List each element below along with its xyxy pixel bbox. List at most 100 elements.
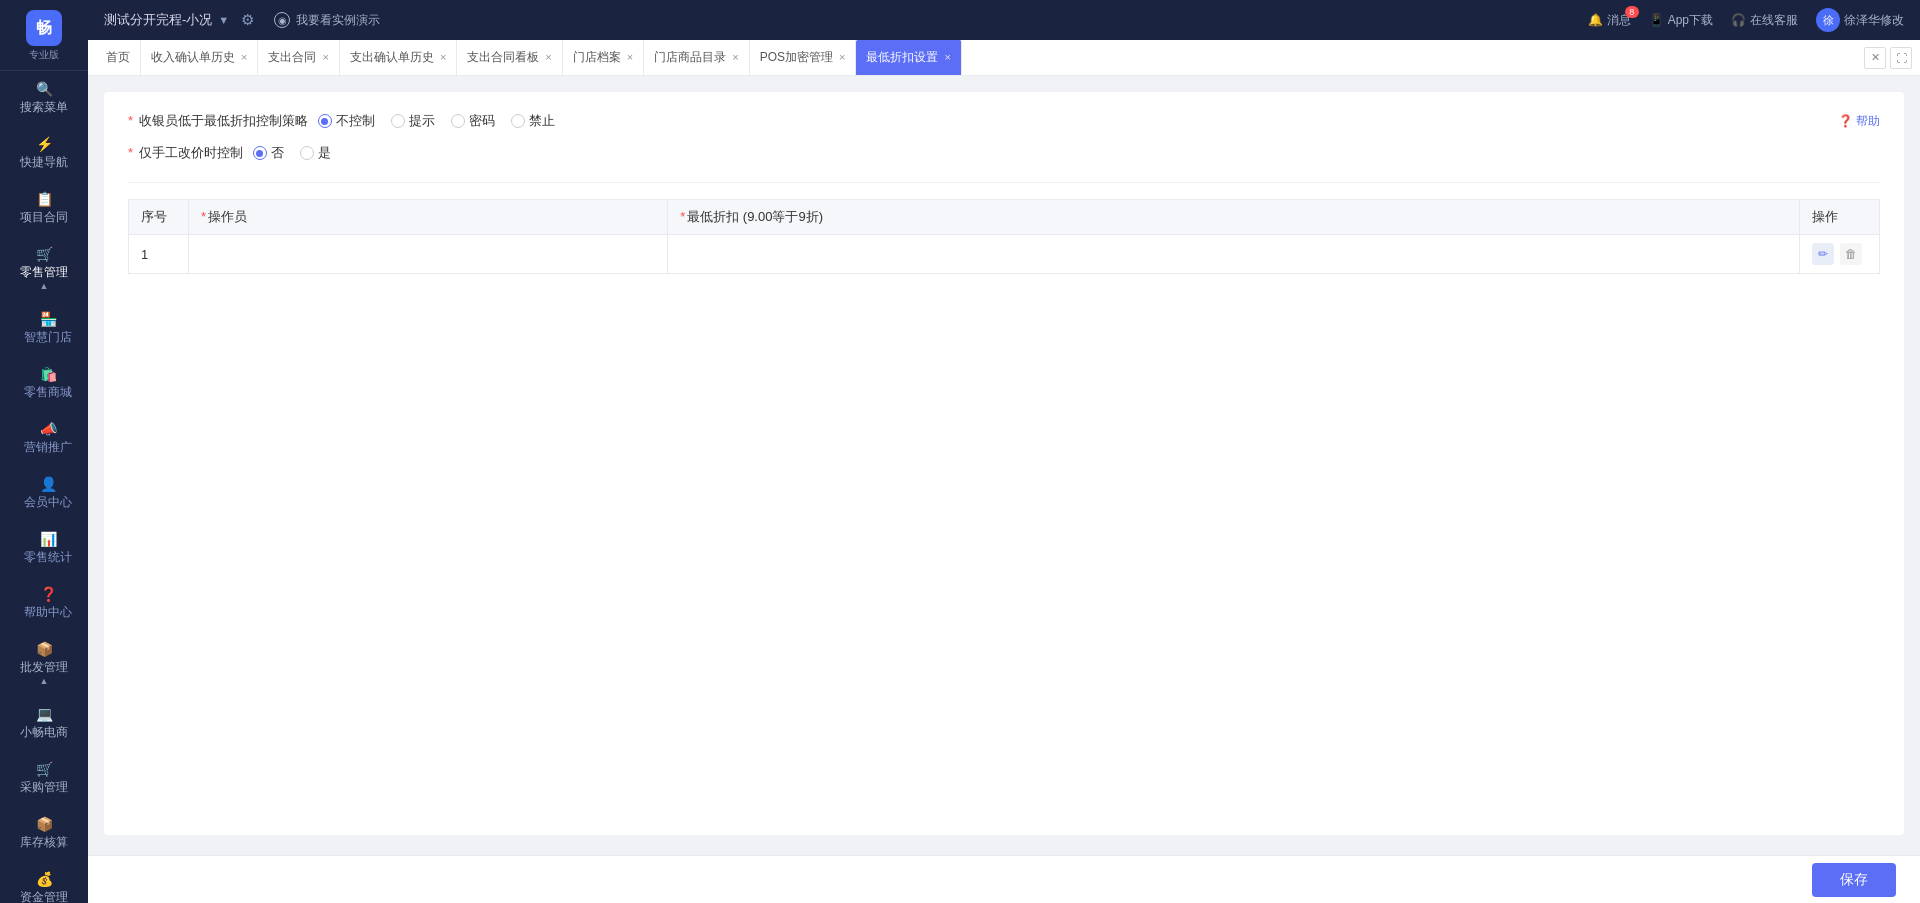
sidebar-item[interactable]: ⚡ 快捷导航 bbox=[0, 126, 88, 181]
edit-btn[interactable]: ✏ bbox=[1812, 243, 1834, 265]
arrow-icon: ▲ bbox=[40, 676, 49, 686]
radio-label: 禁止 bbox=[529, 112, 555, 130]
tab-close-btn[interactable]: × bbox=[545, 52, 551, 63]
tab-close-btn[interactable]: × bbox=[241, 52, 247, 63]
tab-close-btn[interactable]: × bbox=[322, 52, 328, 63]
topbar-right: 🔔 消息 8 📱 App下载 🎧 在线客服 徐 徐泽华修改 bbox=[1588, 8, 1904, 32]
menu-icon: 👤 bbox=[40, 476, 57, 492]
radio-label: 密码 bbox=[469, 112, 495, 130]
menu-label: 搜索菜单 bbox=[20, 99, 68, 116]
project-selector[interactable]: 测试分开完程-小况 ▼ bbox=[104, 11, 229, 29]
tab-label: 收入确认单历史 bbox=[151, 49, 235, 66]
discount-radio-item[interactable]: 密码 bbox=[451, 112, 495, 130]
tab-close-btn[interactable]: × bbox=[732, 52, 738, 63]
tab-close-btn[interactable]: × bbox=[627, 52, 633, 63]
notifications-item[interactable]: 🔔 消息 8 bbox=[1588, 12, 1631, 29]
delete-btn[interactable]: 🗑 bbox=[1840, 243, 1862, 265]
tab-label: 首页 bbox=[106, 49, 130, 66]
radio-circle bbox=[300, 146, 314, 160]
menu-label: 批发管理 bbox=[20, 659, 68, 676]
sidebar-item[interactable]: 📋 项目合同 bbox=[0, 181, 88, 236]
sidebar-item[interactable]: 🔍 搜索菜单 bbox=[0, 71, 88, 126]
close-tab-btn[interactable]: ✕ bbox=[1864, 47, 1886, 69]
discount-radio-item[interactable]: 不控制 bbox=[318, 112, 375, 130]
tab-label: 门店档案 bbox=[573, 49, 621, 66]
sidebar-item[interactable]: 🛒 采购管理 bbox=[0, 751, 88, 806]
tab-item[interactable]: 门店商品目录 × bbox=[644, 40, 749, 76]
sidebar-item[interactable]: 🏪 智慧门店 bbox=[0, 301, 88, 356]
sidebar-item[interactable]: 🛒 零售管理 ▲ bbox=[0, 236, 88, 301]
table-header-cell: *操作员 bbox=[189, 200, 668, 235]
logo-text: 专业版 bbox=[29, 48, 59, 62]
menu-icon: 🛍️ bbox=[40, 366, 57, 382]
headset-icon: 🎧 bbox=[1731, 13, 1746, 27]
menu-label: 营销推广 bbox=[24, 439, 72, 456]
tab-label: 支出合同 bbox=[268, 49, 316, 66]
manual-radio-group: 否是 bbox=[253, 144, 331, 162]
menu-label: 资金管理 bbox=[20, 889, 68, 903]
menu-icon: 📊 bbox=[40, 531, 57, 547]
menu-label: 帮助中心 bbox=[24, 604, 72, 621]
discount-control-label: * 收银员低于最低折扣控制策略 bbox=[128, 112, 308, 130]
required-star: * bbox=[128, 113, 133, 128]
tab-close-btn[interactable]: × bbox=[839, 52, 845, 63]
tab-item[interactable]: 支出确认单历史× bbox=[340, 40, 457, 76]
tab-label: 门店商品目录 bbox=[654, 49, 726, 66]
sidebar-item[interactable]: ❓ 帮助中心 bbox=[0, 576, 88, 631]
discount-radio-item[interactable]: 提示 bbox=[391, 112, 435, 130]
menu-label: 零售管理 bbox=[20, 264, 68, 281]
demo-link[interactable]: ◉ 我要看实例演示 bbox=[274, 12, 380, 29]
tab-item[interactable]: 首页 bbox=[96, 40, 141, 76]
menu-icon: 💻 bbox=[36, 706, 53, 722]
sidebar-item[interactable]: 👤 会员中心 bbox=[0, 466, 88, 521]
demo-label: 我要看实例演示 bbox=[296, 12, 380, 29]
table-header-cell: *最低折扣 (9.00等于9折) bbox=[668, 200, 1800, 235]
tabs-right-controls: ✕ ⛶ bbox=[1856, 47, 1912, 69]
save-button[interactable]: 保存 bbox=[1812, 863, 1896, 897]
sidebar-item[interactable]: 🛍️ 零售商城 bbox=[0, 356, 88, 411]
tab-item[interactable]: POS加密管理× bbox=[750, 40, 857, 76]
table-header-cell: 序号 bbox=[129, 200, 189, 235]
discount-radio-group: 不控制提示 密码 禁止 bbox=[318, 112, 555, 130]
tab-item[interactable]: 最低折扣设置 × bbox=[856, 40, 961, 76]
discount-radio-item[interactable]: 禁止 bbox=[511, 112, 555, 130]
tab-close-btn[interactable]: × bbox=[440, 52, 446, 63]
sidebar-item[interactable]: 💰 资金管理 bbox=[0, 861, 88, 903]
manual-radio-item[interactable]: 是 bbox=[300, 144, 331, 162]
menu-label: 零售商城 bbox=[24, 384, 72, 401]
manual-radio-item[interactable]: 否 bbox=[253, 144, 284, 162]
app-download-item[interactable]: 📱 App下载 bbox=[1649, 12, 1713, 29]
expand-tab-btn[interactable]: ⛶ bbox=[1890, 47, 1912, 69]
demo-circle-icon: ◉ bbox=[274, 12, 290, 28]
table-cell-discount bbox=[668, 235, 1800, 274]
tab-item[interactable]: 门店档案 × bbox=[563, 40, 644, 76]
help-link[interactable]: ❓ 帮助 bbox=[1838, 113, 1880, 130]
sidebar-item[interactable]: 📦 批发管理 ▲ bbox=[0, 631, 88, 696]
radio-label: 是 bbox=[318, 144, 331, 162]
question-icon: ❓ bbox=[1838, 114, 1853, 128]
tab-item[interactable]: 支出合同看板× bbox=[457, 40, 562, 76]
customer-service-item[interactable]: 🎧 在线客服 bbox=[1731, 12, 1798, 29]
tab-item[interactable]: 收入确认单历史 × bbox=[141, 40, 258, 76]
sidebar-item[interactable]: 📦 库存核算 bbox=[0, 806, 88, 861]
radio-circle bbox=[318, 114, 332, 128]
tab-label: 最低折扣设置 bbox=[866, 49, 938, 66]
menu-label: 快捷导航 bbox=[20, 154, 68, 171]
radio-circle bbox=[511, 114, 525, 128]
menu-icon: ⚡ bbox=[36, 136, 53, 152]
notifications-badge: 8 bbox=[1625, 6, 1639, 18]
app-download-label: App下载 bbox=[1668, 12, 1713, 29]
table-cell-actions: ✏ 🗑 bbox=[1800, 235, 1880, 274]
sidebar-item[interactable]: 📣 营销推广 bbox=[0, 411, 88, 466]
tab-item[interactable]: 支出合同 × bbox=[258, 40, 339, 76]
sidebar-item[interactable]: 📊 零售统计 bbox=[0, 521, 88, 576]
page-content: * 收银员低于最低折扣控制策略 不控制提示密码禁止 ❓ 帮助 * 仅手工改价时控… bbox=[88, 76, 1920, 855]
user-item[interactable]: 徐 徐泽华修改 bbox=[1816, 8, 1904, 32]
required-star-2: * bbox=[128, 145, 133, 160]
sidebar-item[interactable]: 💻 小畅电商 bbox=[0, 696, 88, 751]
menu-icon: 🛒 bbox=[36, 761, 53, 777]
topbar-settings-icon[interactable]: ⚙ bbox=[241, 11, 254, 29]
customer-service-label: 在线客服 bbox=[1750, 12, 1798, 29]
tab-close-btn[interactable]: × bbox=[944, 52, 950, 63]
table-cell-index: 1 bbox=[129, 235, 189, 274]
